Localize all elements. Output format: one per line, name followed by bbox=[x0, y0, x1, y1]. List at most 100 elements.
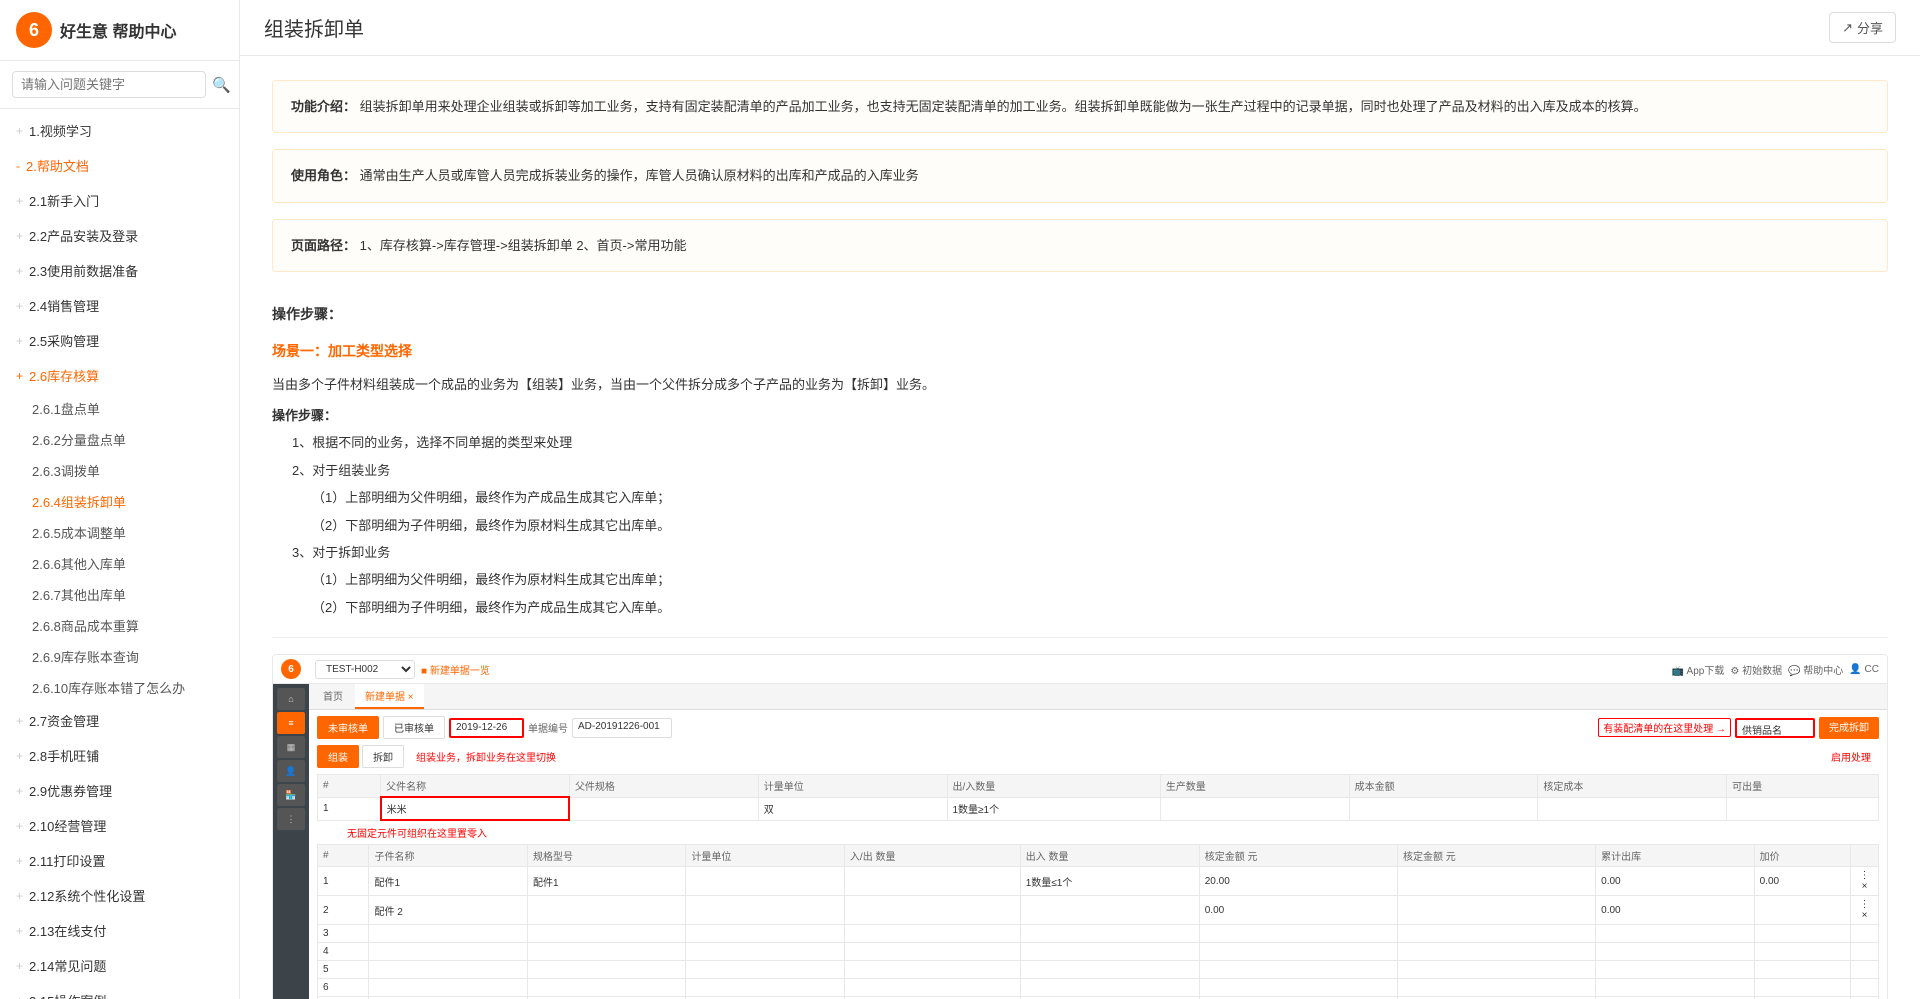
sim-tab-home[interactable]: 首页 bbox=[313, 684, 353, 709]
sim-help-icon: 💬 帮助中心 bbox=[1788, 662, 1843, 677]
sidebar-label-sales: 2.4销售管理 bbox=[29, 296, 99, 315]
sim-app-icon: 📺 App下载 bbox=[1672, 662, 1724, 677]
sim-btn-reviewed[interactable]: 已审核单 bbox=[383, 716, 445, 739]
sim-sub-cell-1-7 bbox=[1397, 867, 1595, 896]
sidebar-item-sales[interactable]: +2.4销售管理 bbox=[0, 288, 239, 323]
sim-btn-assemble[interactable]: 组装 bbox=[317, 745, 359, 768]
sidebar-item-new[interactable]: +2.1新手入门 bbox=[0, 183, 239, 218]
sim-sub-ops-5[interactable] bbox=[1851, 961, 1879, 979]
search-input[interactable] bbox=[12, 71, 206, 98]
sim-sub-cell-1-5: 1数量≤1个 bbox=[1020, 867, 1199, 896]
sim-bottom-table: # 子件名称 规格型号 计量单位 入/出 数量 出入 数量 核定金额 元 核定金… bbox=[317, 844, 1879, 999]
sim-sub-ops-4[interactable] bbox=[1851, 943, 1879, 961]
sim-sub-col-qty2: 出入 数量 bbox=[1020, 845, 1199, 867]
step3-a: （1）上部明细为父件明细，最终作为原材料生成其它出库单； bbox=[272, 568, 1888, 591]
sim-sub-cell-6-1 bbox=[369, 979, 527, 997]
sidebar-item-videos[interactable]: +1.视频学习 bbox=[0, 113, 239, 148]
sim-sub-ops-6[interactable] bbox=[1851, 979, 1879, 997]
sim-docno-field[interactable]: AD-20191226-001 bbox=[572, 718, 672, 738]
sidebar-item-mobile[interactable]: +2.8手机旺铺 bbox=[0, 738, 239, 773]
search-button[interactable]: 🔍 bbox=[212, 76, 231, 94]
sidebar-sub-item-other-out[interactable]: 2.6.7其他出库单 bbox=[0, 579, 239, 610]
sidebar-item-cases[interactable]: +2.15操作案例 bbox=[0, 983, 239, 999]
sim-sub-cell-4-6 bbox=[1199, 943, 1397, 961]
sim-top-row-1: 1 米米 双 1数量≥1个 bbox=[318, 797, 1879, 820]
sim-search-field[interactable]: 供销品名 bbox=[1735, 718, 1815, 738]
sim-sub-cell-3-3 bbox=[686, 925, 844, 943]
sidebar-item-inventory[interactable]: +2.6库存核算 bbox=[0, 358, 239, 393]
share-button[interactable]: ↗ 分享 bbox=[1829, 12, 1896, 43]
sim-nav-chart[interactable]: ▦ bbox=[277, 736, 305, 758]
sidebar-sub-item-cost[interactable]: 2.6.5成本调整单 bbox=[0, 517, 239, 548]
sidebar-item-faq[interactable]: +2.14常见问题 bbox=[0, 948, 239, 983]
sim-btn-unreviewed[interactable]: 未审核单 bbox=[317, 716, 379, 739]
sim-sub-ops-1[interactable]: ⋮ × bbox=[1851, 867, 1879, 896]
path-text: 1、库存核算->库存管理->组装拆卸单 2、首页->常用功能 bbox=[360, 238, 687, 253]
sim-sub-cell-1-8: 0.00 bbox=[1596, 867, 1754, 896]
steps-label: 操作步骤： bbox=[272, 404, 1888, 427]
sidebar-item-ops[interactable]: +2.10经营管理 bbox=[0, 808, 239, 843]
sidebar-item-install[interactable]: +2.2产品安装及登录 bbox=[0, 218, 239, 253]
intro-text: 组装拆卸单用来处理企业组装或拆卸等加工业务，支持有固定装配清单的产品加工业务，也… bbox=[360, 99, 1647, 114]
step1: 1、根据不同的业务，选择不同单据的类型来处理 bbox=[272, 431, 1888, 454]
plus-icon: + bbox=[16, 854, 23, 868]
sidebar-item-finance[interactable]: +2.7资金管理 bbox=[0, 703, 239, 738]
sim-sub-cell-3-1 bbox=[369, 925, 527, 943]
sim-sub-cell-4-4 bbox=[844, 943, 1020, 961]
sim-confirm-btn[interactable]: 完成拆卸 bbox=[1819, 717, 1879, 739]
sim-cell-1-name: 米米 bbox=[381, 797, 570, 820]
sim-nav-more[interactable]: ⋮ bbox=[277, 808, 305, 830]
sidebar-sub-item-transfer[interactable]: 2.6.3调拨单 bbox=[0, 455, 239, 486]
sim-sub-cell-2-1: 配件 2 bbox=[369, 896, 527, 925]
sidebar-item-data[interactable]: +2.3使用前数据准备 bbox=[0, 253, 239, 288]
path-section: 页面路径： 1、库存核算->库存管理->组装拆卸单 2、首页->常用功能 bbox=[272, 219, 1888, 272]
sim-new-btn[interactable]: ■ 新建单据一览 bbox=[421, 662, 490, 677]
sidebar-item-print[interactable]: +2.11打印设置 bbox=[0, 843, 239, 878]
sim-sub-ops-2[interactable]: ⋮ × bbox=[1851, 896, 1879, 925]
sidebar-sub-item-partial[interactable]: 2.6.2分量盘点单 bbox=[0, 424, 239, 455]
sim-sub-ops-3[interactable] bbox=[1851, 925, 1879, 943]
plus-icon: + bbox=[16, 714, 23, 728]
sim-sub-cell-2-9 bbox=[1754, 896, 1850, 925]
sidebar-item-custom[interactable]: +2.12系统个性化设置 bbox=[0, 878, 239, 913]
sim-btn-disassemble[interactable]: 拆卸 bbox=[362, 745, 404, 768]
plus-icon: + bbox=[16, 369, 23, 383]
sidebar-label-install: 2.2产品安装及登录 bbox=[29, 226, 138, 245]
sidebar-item-docs[interactable]: -2.帮助文档 bbox=[0, 148, 239, 183]
sim-nav-people[interactable]: 👤 bbox=[277, 760, 305, 782]
sim-sub-col-markup: 加价 bbox=[1754, 845, 1850, 867]
sim-tab-new[interactable]: 新建单据 × bbox=[355, 684, 424, 709]
sidebar-sub-item-other-in[interactable]: 2.6.6其他入库单 bbox=[0, 548, 239, 579]
sim-annotation-type: 组装业务，拆卸业务在这里切换 bbox=[416, 749, 556, 764]
sim-sub-cell-3-5 bbox=[1020, 925, 1199, 943]
sim-cell-1-std bbox=[1538, 797, 1727, 820]
sidebar-sub-item-stocktake[interactable]: 2.6.1盘点单 bbox=[0, 393, 239, 424]
sim-sub-cell-6-6 bbox=[1199, 979, 1397, 997]
sim-nav-doc[interactable]: ≡ bbox=[277, 712, 305, 734]
sim-sub-cell-6-9 bbox=[1754, 979, 1850, 997]
sim-topbar: 6 TEST-H002 ■ 新建单据一览 📺 App下载 ⚙ 初始数据 💬 帮助… bbox=[273, 655, 1887, 684]
sim-sub-cell-3-2 bbox=[527, 925, 685, 943]
plus-icon: + bbox=[16, 264, 23, 278]
sim-sub-cell-3-0: 3 bbox=[318, 925, 369, 943]
sim-sub-cell-2-4 bbox=[844, 896, 1020, 925]
sim-nav-shop[interactable]: 🏪 bbox=[277, 784, 305, 806]
plus-icon: + bbox=[16, 229, 23, 243]
plus-icon: + bbox=[16, 924, 23, 938]
sim-sub-cell-2-0: 2 bbox=[318, 896, 369, 925]
sidebar-sub-item-goods-cost[interactable]: 2.6.8商品成本重算 bbox=[0, 610, 239, 641]
sidebar-sub-item-stock-err[interactable]: 2.6.10库存账本错了怎么办 bbox=[0, 672, 239, 703]
sim-sub-cell-5-3 bbox=[686, 961, 844, 979]
sim-sub-cell-5-5 bbox=[1020, 961, 1199, 979]
sidebar-item-coupon[interactable]: +2.9优惠券管理 bbox=[0, 773, 239, 808]
sidebar-sub-item-stock-check[interactable]: 2.6.9库存账本查询 bbox=[0, 641, 239, 672]
sidebar-item-purchase[interactable]: +2.5采购管理 bbox=[0, 323, 239, 358]
sim-date-field[interactable]: 2019-12-26 bbox=[449, 718, 524, 738]
sim-selector[interactable]: TEST-H002 bbox=[315, 660, 415, 679]
sidebar-item-pay[interactable]: +2.13在线支付 bbox=[0, 913, 239, 948]
sim-nav-home[interactable]: ⌂ bbox=[277, 688, 305, 710]
plus-icon: + bbox=[16, 299, 23, 313]
sidebar-sub-item-assembly[interactable]: 2.6.4组装拆卸单 bbox=[0, 486, 239, 517]
sim-sub-col-qty1: 入/出 数量 bbox=[844, 845, 1020, 867]
sidebar-label-videos: 1.视频学习 bbox=[29, 121, 92, 140]
